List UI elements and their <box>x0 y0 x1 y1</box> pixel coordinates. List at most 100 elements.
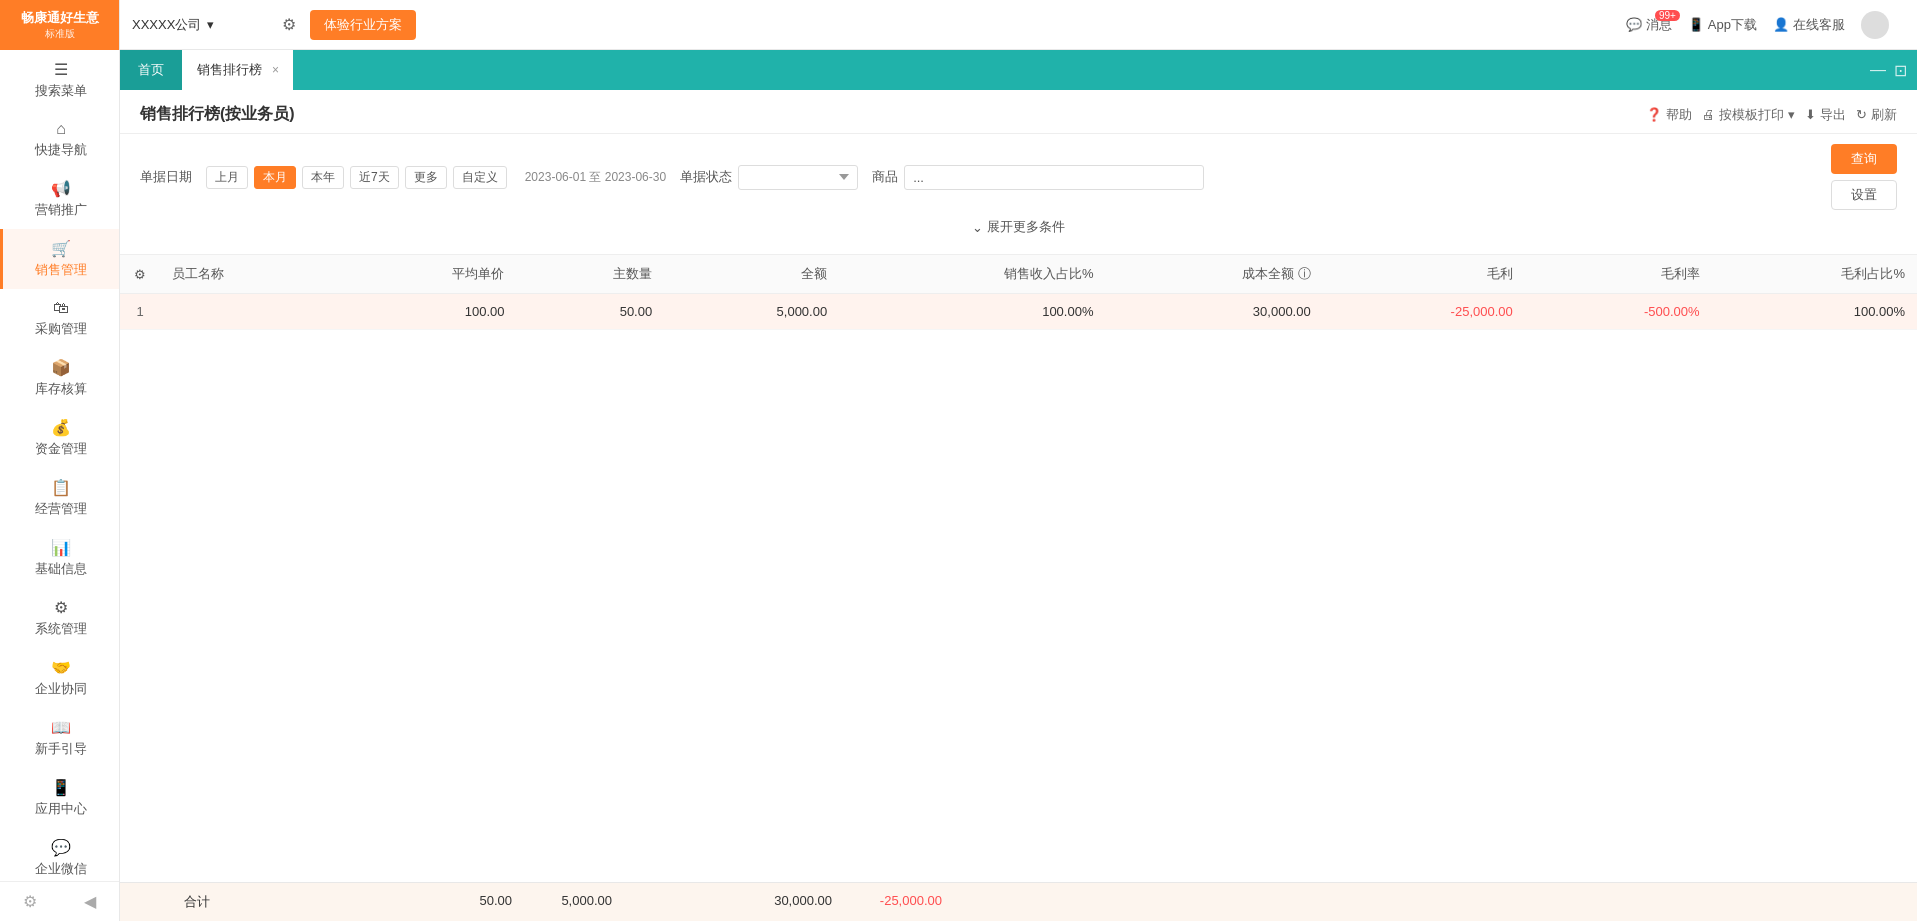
date-btn-7days[interactable]: 近7天 <box>350 166 399 189</box>
service-icon: 👤 <box>1773 17 1789 32</box>
sidebar-icon-13: 💬 <box>51 838 71 857</box>
app-download-btn[interactable]: 📱 App下载 <box>1688 16 1757 34</box>
sidebar-icon-12: 📱 <box>51 778 71 797</box>
expand-down-icon: ⌄ <box>972 220 983 235</box>
status-filter-select[interactable] <box>738 165 858 190</box>
sidebar-settings-btn[interactable]: ⚙ <box>23 892 37 911</box>
col-gross-rate: 毛利率 <box>1525 255 1712 294</box>
page-header: 销售排行榜(按业务员) ❓ 帮助 🖨 按模板打印 ▾ ⬇ 导出 ↻ 刷新 <box>120 90 1917 134</box>
print-dropdown-icon: ▾ <box>1788 107 1795 122</box>
company-selector[interactable]: XXXXX公司 ▾ <box>132 16 272 34</box>
online-service-btn[interactable]: 👤 在线客服 <box>1773 16 1845 34</box>
status-filter-wrap: 单据状态 <box>680 165 858 190</box>
sidebar-item-0[interactable]: ☰ 搜索菜单 <box>0 50 119 110</box>
table-row: 1 100.00 50.00 5,000.00 100.00% 30,000.0… <box>120 294 1917 330</box>
filter-row-1: 单据日期 上月 本月 本年 近7天 更多 自定义 2023-06-01 至 20… <box>140 144 1897 210</box>
sidebar-item-11[interactable]: 📖新手引导 <box>0 708 119 768</box>
sidebar-item-10[interactable]: 🤝企业协同 <box>0 648 119 708</box>
sidebar-collapse-btn[interactable]: ◀ <box>84 892 96 911</box>
refresh-label: 刷新 <box>1871 106 1897 124</box>
tabbar: 首页 销售排行榜 × — ⊡ <box>120 50 1917 90</box>
sidebar-item-2[interactable]: 📢营销推广 <box>0 169 119 229</box>
filter-actions: 查询 设置 <box>1831 144 1897 210</box>
col-cost: 成本全额 ⓘ <box>1105 255 1322 294</box>
topbar-gear-icon[interactable]: ⚙ <box>282 15 296 34</box>
export-btn[interactable]: ⬇ 导出 <box>1805 106 1846 124</box>
service-label: 在线客服 <box>1793 16 1845 34</box>
tab-sales-ranking[interactable]: 销售排行榜 × <box>182 50 293 90</box>
topbar: XXXXX公司 ▾ ⚙ 体验行业方案 💬 消息 99+ 📱 App下载 👤 在线… <box>120 0 1917 50</box>
company-dropdown-icon: ▾ <box>207 17 214 32</box>
footer-empty <box>132 893 184 911</box>
sidebar-icon-4: 🛍 <box>53 299 69 317</box>
main-area: XXXXX公司 ▾ ⚙ 体验行业方案 💬 消息 99+ 📱 App下载 👤 在线… <box>120 0 1917 921</box>
page-title: 销售排行榜(按业务员) <box>140 104 295 125</box>
tab-close-icon[interactable]: × <box>272 63 279 77</box>
col-employee: 员工名称 <box>160 255 338 294</box>
message-badge: 99+ <box>1655 10 1680 21</box>
print-btn[interactable]: 🖨 按模板打印 ▾ <box>1702 106 1795 124</box>
date-btn-custom[interactable]: 自定义 <box>453 166 507 189</box>
sidebar-item-9[interactable]: ⚙系统管理 <box>0 588 119 648</box>
col-sales-ratio: 销售收入占比% <box>839 255 1105 294</box>
col-settings[interactable]: ⚙ <box>120 255 160 294</box>
cell-employee-0 <box>160 294 338 330</box>
tabbar-spacer <box>293 50 1860 90</box>
col-avg-price: 平均单价 <box>338 255 516 294</box>
date-filter-label: 单据日期 <box>140 168 192 186</box>
content-area: 销售排行榜(按业务员) ❓ 帮助 🖨 按模板打印 ▾ ⬇ 导出 ↻ 刷新 <box>120 90 1917 921</box>
sidebar-label-9: 系统管理 <box>35 620 87 638</box>
sidebar-label-7: 经营管理 <box>35 500 87 518</box>
app-label: App下载 <box>1708 16 1757 34</box>
col-qty: 主数量 <box>516 255 664 294</box>
sidebar: 畅康通好生意 标准版 ☰ 搜索菜单 ⌂快捷导航📢营销推广🛒销售管理🛍采购管理📦库存核… <box>0 0 120 921</box>
cell-gross-rate-0: -500.00% <box>1525 294 1712 330</box>
tab-maximize-btn[interactable]: ⊡ <box>1894 61 1907 80</box>
footer-label: 合计 <box>184 893 332 911</box>
sidebar-label-10: 企业协同 <box>35 680 87 698</box>
sidebar-item-13[interactable]: 💬 企业微信 <box>0 828 119 881</box>
date-btn-more[interactable]: 更多 <box>405 166 447 189</box>
tab-home[interactable]: 首页 <box>120 50 182 90</box>
col-gross: 毛利 <box>1323 255 1525 294</box>
sidebar-item-4[interactable]: 🛍采购管理 <box>0 289 119 348</box>
sidebar-item-7[interactable]: 📋经营管理 <box>0 468 119 528</box>
expand-more-btn[interactable]: ⌄ 展开更多条件 <box>972 218 1065 236</box>
cell-gross-0: -25,000.00 <box>1323 294 1525 330</box>
sidebar-item-6[interactable]: 💰资金管理 <box>0 408 119 468</box>
tab-sales-ranking-label: 销售排行榜 <box>197 61 262 79</box>
help-label: 帮助 <box>1666 106 1692 124</box>
sidebar-label-13: 企业微信 <box>35 860 87 878</box>
page-actions: ❓ 帮助 🖨 按模板打印 ▾ ⬇ 导出 ↻ 刷新 <box>1646 106 1897 124</box>
query-btn[interactable]: 查询 <box>1831 144 1897 174</box>
sidebar-item-5[interactable]: 📦库存核算 <box>0 348 119 408</box>
date-btn-this-year[interactable]: 本年 <box>302 166 344 189</box>
sidebar-item-1[interactable]: ⌂快捷导航 <box>0 110 119 169</box>
tab-home-label: 首页 <box>138 61 164 79</box>
goods-filter-input[interactable] <box>904 165 1204 190</box>
refresh-btn[interactable]: ↻ 刷新 <box>1856 106 1897 124</box>
help-btn[interactable]: ❓ 帮助 <box>1646 106 1692 124</box>
tab-minimize-btn[interactable]: — <box>1870 61 1886 79</box>
user-avatar[interactable] <box>1861 11 1889 39</box>
cell-qty-0: 50.00 <box>516 294 664 330</box>
sidebar-label-0: 搜索菜单 <box>35 82 87 100</box>
app-logo: 畅康通好生意 标准版 <box>0 0 119 50</box>
goods-filter-wrap: 商品 <box>872 165 1817 190</box>
date-btn-this-month[interactable]: 本月 <box>254 166 296 189</box>
sidebar-icon-6: 💰 <box>51 418 71 437</box>
message-btn[interactable]: 💬 消息 99+ <box>1626 16 1672 34</box>
sidebar-icon-0: ☰ <box>54 60 68 79</box>
app-subtitle: 标准版 <box>45 27 75 41</box>
trial-btn[interactable]: 体验行业方案 <box>310 10 416 40</box>
sidebar-label-3: 销售管理 <box>35 261 87 279</box>
footer-gross: -25,000.00 <box>832 893 942 911</box>
company-name: XXXXX公司 <box>132 16 201 34</box>
date-btn-last-month[interactable]: 上月 <box>206 166 248 189</box>
sidebar-item-8[interactable]: 📊基础信息 <box>0 528 119 588</box>
sidebar-item-3[interactable]: 🛒销售管理 <box>0 229 119 289</box>
table-header-row: ⚙ 员工名称 平均单价 主数量 全额 销售收入占比% 成本全额 ⓘ 毛利 毛利率… <box>120 255 1917 294</box>
settings-btn[interactable]: 设置 <box>1831 180 1897 210</box>
table-wrap: ⚙ 员工名称 平均单价 主数量 全额 销售收入占比% 成本全额 ⓘ 毛利 毛利率… <box>120 255 1917 882</box>
sidebar-item-12[interactable]: 📱应用中心 <box>0 768 119 828</box>
